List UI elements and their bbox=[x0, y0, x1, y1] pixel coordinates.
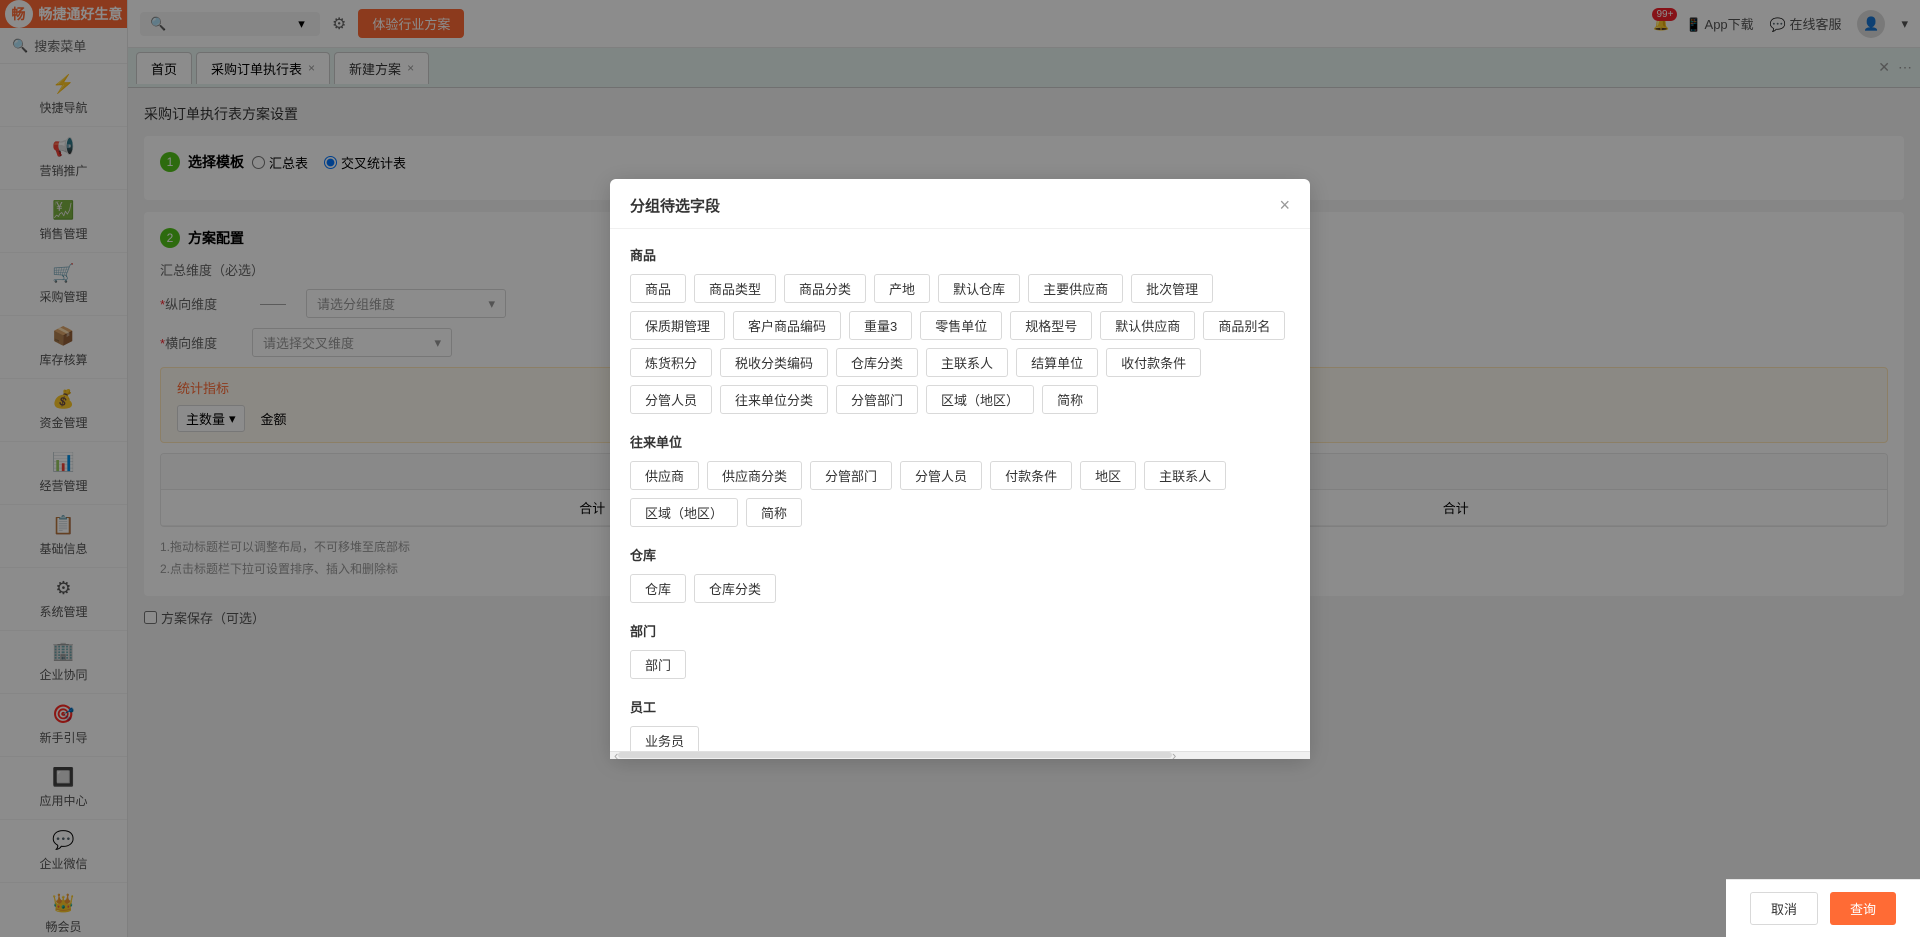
modal-title: 分组待选字段 bbox=[630, 195, 720, 216]
field-tag-partner-8[interactable]: 简称 bbox=[746, 498, 802, 527]
field-tag-employee-0[interactable]: 业务员 bbox=[630, 726, 699, 751]
field-tag-goods-10[interactable]: 零售单位 bbox=[920, 311, 1002, 340]
field-tag-goods-1[interactable]: 商品类型 bbox=[694, 274, 776, 303]
field-tag-goods-20[interactable]: 分管人员 bbox=[630, 385, 712, 414]
scroll-thumb[interactable] bbox=[618, 752, 1172, 758]
field-section-warehouse: 仓库仓库仓库分类 bbox=[630, 545, 1290, 603]
field-section-goods: 商品商品商品类型商品分类产地默认仓库主要供应商批次管理保质期管理客户商品编码重量… bbox=[630, 245, 1290, 414]
field-tag-goods-9[interactable]: 重量3 bbox=[849, 311, 912, 340]
modal-overlay: 分组待选字段 × 商品商品商品类型商品分类产地默认仓库主要供应商批次管理保质期管… bbox=[0, 0, 1920, 937]
field-tag-partner-3[interactable]: 分管人员 bbox=[900, 461, 982, 490]
scroll-right-icon[interactable]: › bbox=[1172, 748, 1176, 763]
field-tag-goods-16[interactable]: 仓库分类 bbox=[836, 348, 918, 377]
field-tag-goods-4[interactable]: 默认仓库 bbox=[938, 274, 1020, 303]
field-tag-goods-24[interactable]: 简称 bbox=[1042, 385, 1098, 414]
field-tag-goods-7[interactable]: 保质期管理 bbox=[630, 311, 725, 340]
field-tag-goods-5[interactable]: 主要供应商 bbox=[1028, 274, 1123, 303]
field-tag-goods-18[interactable]: 结算单位 bbox=[1016, 348, 1098, 377]
field-tag-goods-3[interactable]: 产地 bbox=[874, 274, 930, 303]
section-title-employee: 员工 bbox=[630, 697, 1290, 716]
field-tags-department: 部门 bbox=[630, 650, 1290, 679]
field-tag-warehouse-0[interactable]: 仓库 bbox=[630, 574, 686, 603]
field-tag-partner-2[interactable]: 分管部门 bbox=[810, 461, 892, 490]
field-tag-goods-13[interactable]: 商品别名 bbox=[1203, 311, 1285, 340]
field-tag-partner-6[interactable]: 主联系人 bbox=[1144, 461, 1226, 490]
field-tag-partner-5[interactable]: 地区 bbox=[1080, 461, 1136, 490]
field-tag-partner-7[interactable]: 区域（地区） bbox=[630, 498, 738, 527]
section-title-goods: 商品 bbox=[630, 245, 1290, 264]
field-section-employee: 员工业务员 bbox=[630, 697, 1290, 751]
confirm-button[interactable]: 查询 bbox=[1830, 892, 1896, 925]
field-tags-warehouse: 仓库仓库分类 bbox=[630, 574, 1290, 603]
modal-header: 分组待选字段 × bbox=[610, 179, 1310, 229]
field-tag-goods-15[interactable]: 税收分类编码 bbox=[720, 348, 828, 377]
field-tags-partner: 供应商供应商分类分管部门分管人员付款条件地区主联系人区域（地区） 简称 bbox=[630, 461, 1290, 527]
section-title-partner: 往来单位 bbox=[630, 432, 1290, 451]
modal-body: 商品商品商品类型商品分类产地默认仓库主要供应商批次管理保质期管理客户商品编码重量… bbox=[610, 229, 1310, 751]
field-tags-goods: 商品商品类型商品分类产地默认仓库主要供应商批次管理保质期管理客户商品编码重量3 零… bbox=[630, 274, 1290, 414]
modal-field-selector: 分组待选字段 × 商品商品商品类型商品分类产地默认仓库主要供应商批次管理保质期管… bbox=[610, 179, 1310, 759]
field-tag-goods-22[interactable]: 分管部门 bbox=[836, 385, 918, 414]
field-tag-warehouse-1[interactable]: 仓库分类 bbox=[694, 574, 776, 603]
modal-close-button[interactable]: × bbox=[1279, 195, 1290, 216]
field-tag-department-0[interactable]: 部门 bbox=[630, 650, 686, 679]
field-section-partner: 往来单位供应商供应商分类分管部门分管人员付款条件地区主联系人区域（地区） 简称 bbox=[630, 432, 1290, 527]
section-title-warehouse: 仓库 bbox=[630, 545, 1290, 564]
field-tag-goods-2[interactable]: 商品分类 bbox=[784, 274, 866, 303]
field-tag-partner-4[interactable]: 付款条件 bbox=[990, 461, 1072, 490]
section-title-department: 部门 bbox=[630, 621, 1290, 640]
field-section-department: 部门部门 bbox=[630, 621, 1290, 679]
field-tag-goods-21[interactable]: 往来单位分类 bbox=[720, 385, 828, 414]
field-tag-goods-12[interactable]: 默认供应商 bbox=[1100, 311, 1195, 340]
modal-scroll-bar[interactable]: ‹ › bbox=[610, 751, 1310, 759]
field-tag-goods-17[interactable]: 主联系人 bbox=[926, 348, 1008, 377]
field-tag-goods-11[interactable]: 规格型号 bbox=[1010, 311, 1092, 340]
field-tag-partner-0[interactable]: 供应商 bbox=[630, 461, 699, 490]
field-tags-employee: 业务员 bbox=[630, 726, 1290, 751]
field-tag-goods-0[interactable]: 商品 bbox=[630, 274, 686, 303]
field-tag-partner-1[interactable]: 供应商分类 bbox=[707, 461, 802, 490]
field-tag-goods-23[interactable]: 区域（地区） bbox=[926, 385, 1034, 414]
field-tag-goods-19[interactable]: 收付款条件 bbox=[1106, 348, 1201, 377]
field-tag-goods-6[interactable]: 批次管理 bbox=[1131, 274, 1213, 303]
field-tag-goods-8[interactable]: 客户商品编码 bbox=[733, 311, 841, 340]
cancel-button[interactable]: 取消 bbox=[1750, 892, 1818, 925]
bottom-action-bar: 取消 查询 bbox=[1726, 879, 1920, 937]
field-tag-goods-14[interactable]: 炼货积分 bbox=[630, 348, 712, 377]
